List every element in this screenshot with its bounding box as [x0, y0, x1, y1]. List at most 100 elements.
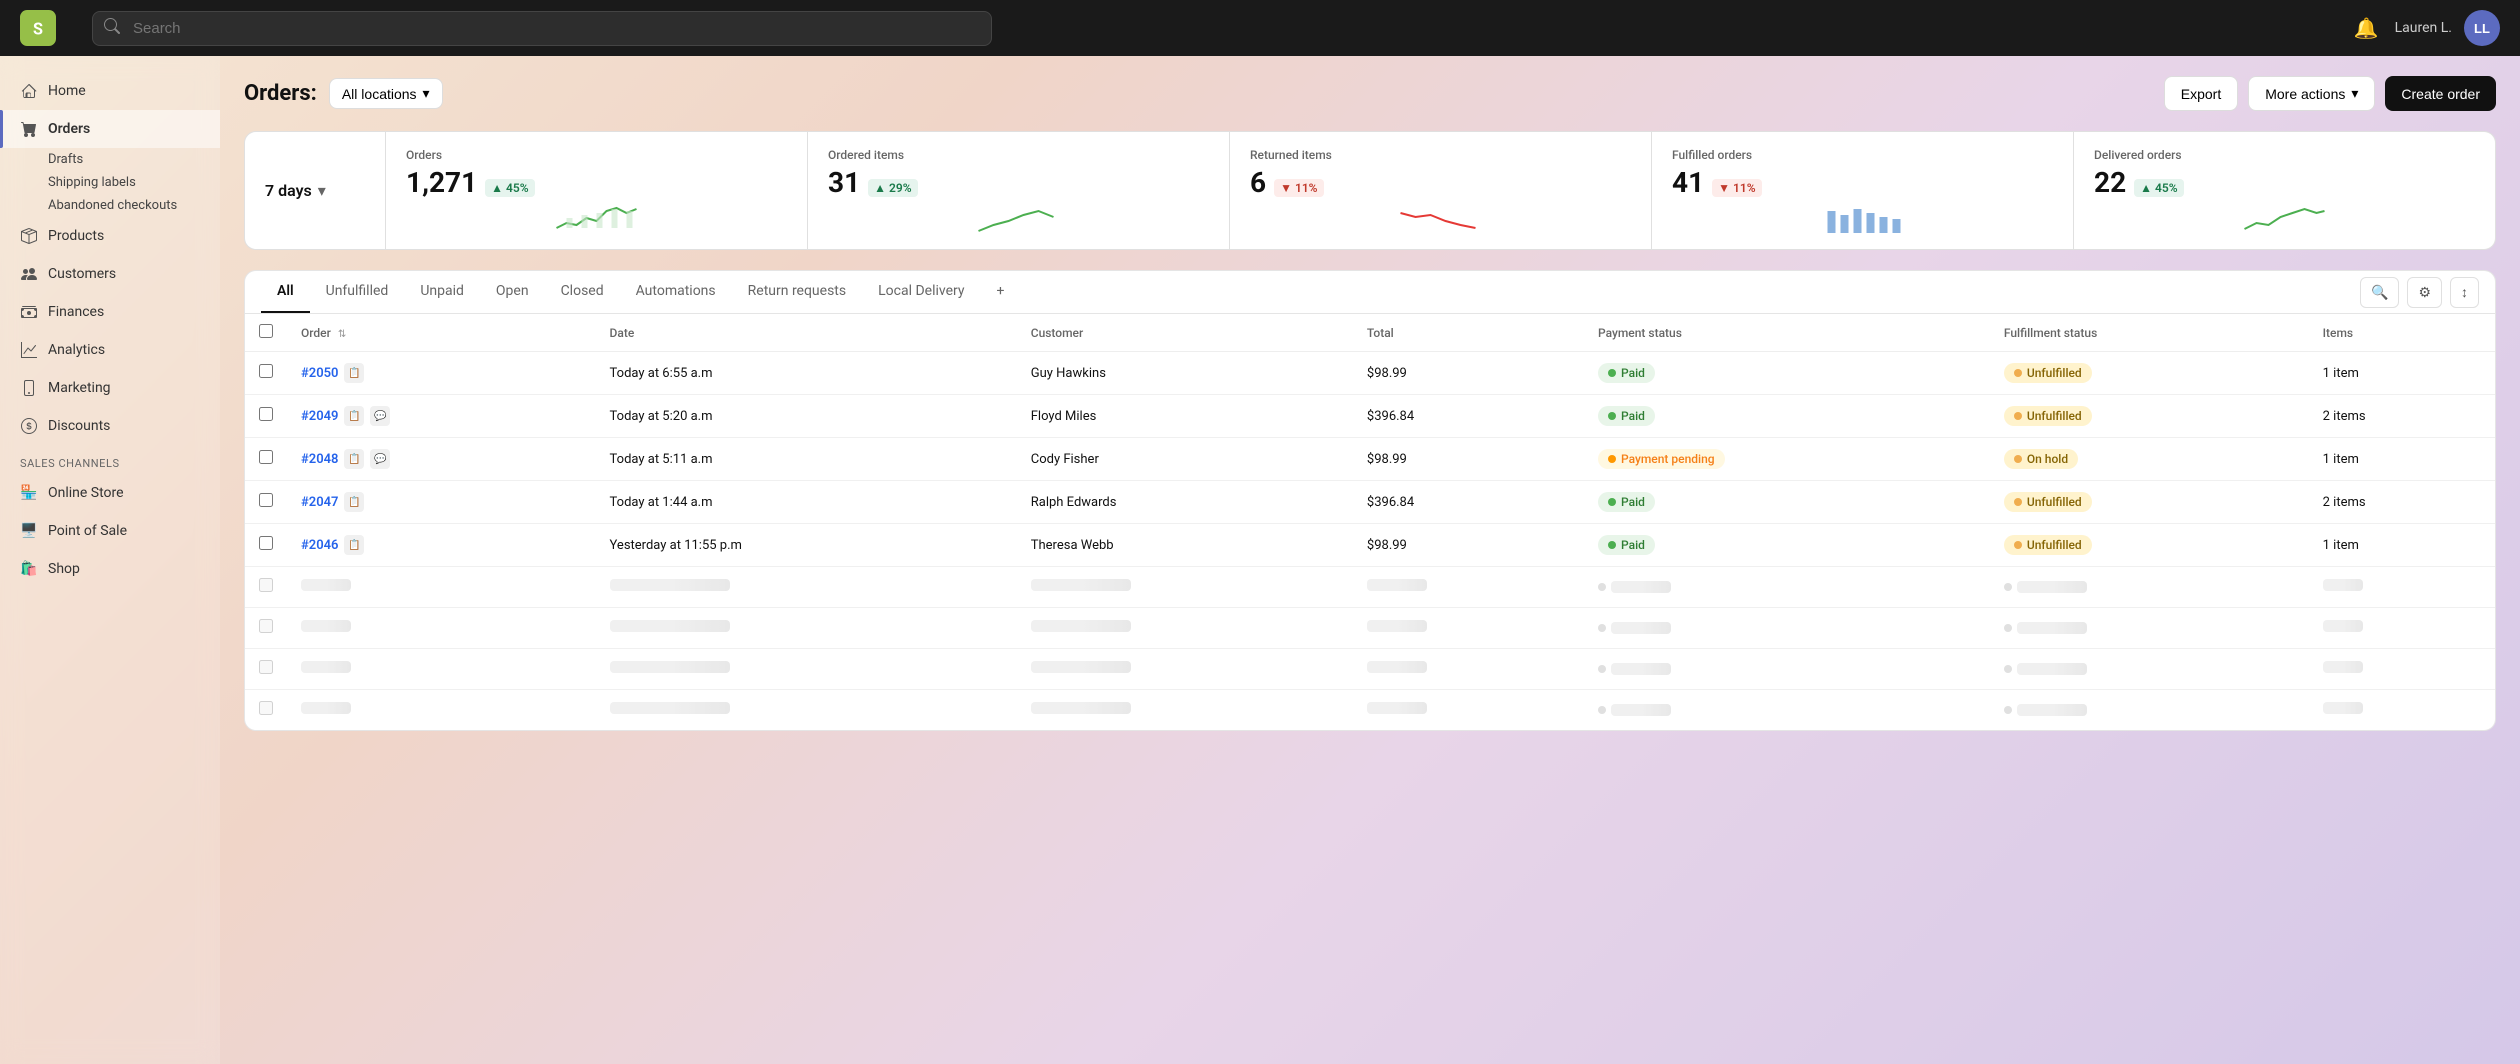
sidebar-item-products[interactable]: Products — [0, 217, 220, 255]
period-selector[interactable]: 7 days ▾ — [245, 132, 385, 249]
header-date[interactable]: Date — [596, 314, 1017, 352]
row-checkbox-cell[interactable] — [245, 438, 287, 481]
skeleton-items — [2309, 690, 2495, 731]
order-number: #2046 — [301, 538, 338, 553]
order-number: #2048 — [301, 452, 338, 467]
sidebar-item-home-label: Home — [48, 83, 86, 99]
row-total: $396.84 — [1353, 395, 1584, 438]
row-checkbox-cell[interactable] — [245, 524, 287, 567]
skeleton-payment-dot — [1598, 706, 1606, 714]
chevron-down-icon-2: ▾ — [2351, 85, 2358, 102]
stat-orders-badge-value: 45% — [506, 181, 529, 195]
stat-orders-label: Orders — [406, 148, 787, 162]
sidebar-item-point-of-sale[interactable]: 🖥️ Point of Sale — [0, 512, 220, 550]
tab-unfulfilled[interactable]: Unfulfilled — [310, 271, 405, 313]
row-total: $98.99 — [1353, 438, 1584, 481]
sidebar-item-shop-label: Shop — [48, 561, 80, 577]
payment-status-badge: Payment pending — [1598, 449, 1725, 469]
sort-button[interactable]: ↕ — [2450, 277, 2479, 308]
create-order-button[interactable]: Create order — [2385, 76, 2496, 111]
tab-local-delivery[interactable]: Local Delivery — [862, 271, 980, 313]
order-note-icon: 📋 — [344, 492, 364, 512]
shopify-logo[interactable]: S — [20, 10, 56, 46]
row-checkbox-cell[interactable] — [245, 481, 287, 524]
tab-unpaid[interactable]: Unpaid — [404, 271, 480, 313]
skeleton-payment-text — [1611, 704, 1671, 716]
sidebar-item-customers[interactable]: Customers — [0, 255, 220, 293]
skeleton-row-checkbox[interactable] — [259, 660, 273, 674]
row-checkbox[interactable] — [259, 493, 273, 507]
stat-orders-badge: ▲ 45% — [485, 179, 534, 197]
sidebar-item-online-store[interactable]: 🏪 Online Store — [0, 474, 220, 512]
skeleton-fulfillment-dot — [2004, 665, 2012, 673]
skeleton-fulfillment — [1990, 690, 2309, 731]
order-number: #2047 — [301, 495, 338, 510]
search-filter-button[interactable]: 🔍 — [2360, 277, 2399, 308]
fulfillment-status-dot — [2014, 541, 2022, 549]
user-label: Lauren L. — [2395, 20, 2452, 36]
tab-return-requests[interactable]: Return requests — [732, 271, 862, 313]
top-navigation: S 🔔 Lauren L. LL — [0, 0, 2520, 56]
search-input[interactable] — [92, 11, 992, 46]
row-customer: Floyd Miles — [1017, 395, 1353, 438]
payment-status-badge: Paid — [1598, 406, 1655, 426]
header-total[interactable]: Total — [1353, 314, 1584, 352]
location-filter-button[interactable]: All locations ▾ — [329, 78, 443, 109]
sidebar-item-abandoned[interactable]: Abandoned checkouts — [0, 194, 220, 217]
row-items: 2 items — [2309, 395, 2495, 438]
skeleton-row-checkbox[interactable] — [259, 619, 273, 633]
sidebar-item-analytics[interactable]: Analytics — [0, 331, 220, 369]
skeleton-checkbox — [245, 567, 287, 608]
stat-ordered-items-value: 31 — [828, 166, 860, 199]
avatar[interactable]: LL — [2464, 10, 2500, 46]
row-checkbox-cell[interactable] — [245, 352, 287, 395]
filter-button[interactable]: ⚙ — [2407, 277, 2442, 308]
skeleton-order — [287, 608, 596, 649]
skeleton-row-checkbox[interactable] — [259, 578, 273, 592]
skeleton-date — [596, 690, 1017, 731]
sidebar-item-customers-label: Customers — [48, 266, 116, 282]
table-row[interactable]: #2046 📋 Yesterday at 11:55 p.m Theresa W… — [245, 524, 2495, 567]
order-number: #2050 — [301, 366, 338, 381]
sidebar-item-orders[interactable]: Orders — [0, 110, 220, 148]
topnav-right: 🔔 Lauren L. LL — [2350, 10, 2500, 46]
sidebar-item-finances[interactable]: Finances — [0, 293, 220, 331]
row-checkbox[interactable] — [259, 364, 273, 378]
header-items[interactable]: Items — [2309, 314, 2495, 352]
skeleton-row-checkbox[interactable] — [259, 701, 273, 715]
row-checkbox[interactable] — [259, 407, 273, 421]
row-checkbox-cell[interactable] — [245, 395, 287, 438]
sidebar-item-drafts[interactable]: Drafts — [0, 148, 220, 171]
more-actions-button[interactable]: More actions ▾ — [2248, 76, 2375, 111]
sidebar-item-shipping[interactable]: Shipping labels — [0, 171, 220, 194]
sidebar-item-home[interactable]: Home — [0, 72, 220, 110]
notifications-button[interactable]: 🔔 — [2350, 12, 2383, 45]
table-row[interactable]: #2049 📋 💬 Today at 5:20 a.m Floyd Miles … — [245, 395, 2495, 438]
table-row[interactable]: #2050 📋 Today at 6:55 a.m Guy Hawkins $9… — [245, 352, 2495, 395]
sidebar-item-shop[interactable]: 🛍️ Shop — [0, 550, 220, 588]
stat-orders-value: 1,271 — [406, 166, 477, 199]
main-content: Orders: All locations ▾ Export More acti… — [220, 56, 2520, 1064]
tab-open[interactable]: Open — [480, 271, 545, 313]
tab-closed[interactable]: Closed — [545, 271, 620, 313]
select-all-checkbox[interactable] — [259, 324, 273, 338]
period-label: 7 days — [265, 181, 312, 200]
header-order[interactable]: Order ⇅ — [287, 314, 596, 352]
table-row[interactable]: #2048 📋 💬 Today at 5:11 a.m Cody Fisher … — [245, 438, 2495, 481]
row-checkbox[interactable] — [259, 536, 273, 550]
sidebar-item-discounts[interactable]: Discounts — [0, 407, 220, 445]
row-checkbox[interactable] — [259, 450, 273, 464]
header-fulfillment-status[interactable]: Fulfillment status — [1990, 314, 2309, 352]
header-actions: Export More actions ▾ Create order — [2164, 76, 2496, 111]
tab-more[interactable]: + — [980, 271, 1020, 313]
online-store-icon: 🏪 — [20, 484, 38, 502]
page-title: Orders: — [244, 81, 317, 106]
table-row[interactable]: #2047 📋 Today at 1:44 a.m Ralph Edwards … — [245, 481, 2495, 524]
sidebar-item-marketing[interactable]: Marketing — [0, 369, 220, 407]
header-customer[interactable]: Customer — [1017, 314, 1353, 352]
tab-all[interactable]: All — [261, 271, 310, 313]
tab-automations[interactable]: Automations — [620, 271, 732, 313]
header-payment-status[interactable]: Payment status — [1584, 314, 1990, 352]
table-header-row: Order ⇅ Date Customer Total — [245, 314, 2495, 352]
export-button[interactable]: Export — [2164, 76, 2238, 111]
